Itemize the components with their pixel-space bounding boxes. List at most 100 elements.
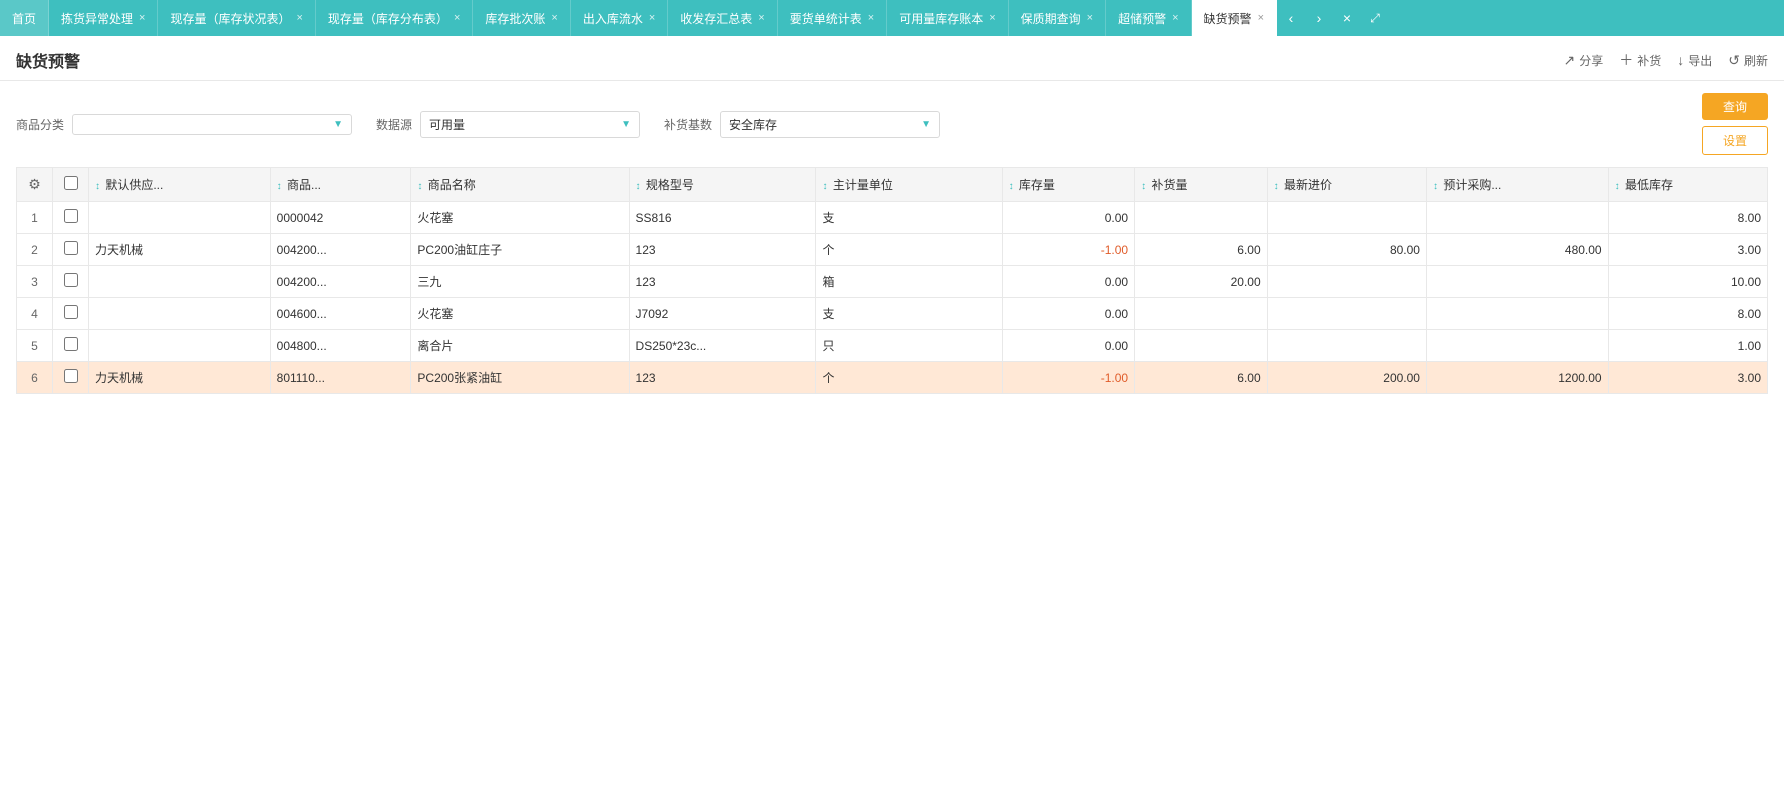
tab-collect-total[interactable]: 收发存汇总表 × [668, 0, 777, 36]
tab-available-book[interactable]: 可用量库存账本 × [887, 0, 1008, 36]
row-unit: 支 [816, 298, 1002, 330]
row-unit: 个 [816, 362, 1002, 394]
row-latest-price [1267, 298, 1426, 330]
col-unit[interactable]: ↕ 主计量单位 [816, 168, 1002, 202]
col-product-code[interactable]: ↕ 商品... [270, 168, 411, 202]
tab-home[interactable]: 首页 [0, 0, 49, 36]
row-num: 4 [17, 298, 53, 330]
share-icon: ↗ [1563, 52, 1575, 69]
tab-inventory-dist-close[interactable]: × [454, 12, 460, 24]
col-replenish[interactable]: ↕ 补货量 [1135, 168, 1268, 202]
row-checkbox[interactable] [64, 241, 78, 255]
table-row: 3 004200... 三九 123 箱 0.00 20.00 10.00 [17, 266, 1768, 298]
tab-overstock[interactable]: 超储预警 × [1106, 0, 1191, 36]
tab-bar: 首页 拣货异常处理 × 现存量（库存状况表） × 现存量（库存分布表） × 库存… [0, 0, 1784, 36]
row-min-stock: 3.00 [1608, 362, 1767, 394]
row-est-purchase [1426, 298, 1608, 330]
row-checkbox[interactable] [64, 369, 78, 383]
filter-datasource-select[interactable]: 可用量 ▼ [420, 111, 640, 138]
row-checkbox-cell [53, 202, 89, 234]
row-checkbox[interactable] [64, 337, 78, 351]
share-button[interactable]: ↗ 分享 [1563, 52, 1603, 69]
tab-prev-button[interactable]: ‹ [1277, 0, 1305, 36]
row-checkbox[interactable] [64, 273, 78, 287]
filter-category-select[interactable]: ▼ [72, 114, 352, 135]
row-product-code: 004800... [270, 330, 411, 362]
page-title: 缺货预警 [16, 48, 80, 72]
tab-shortage[interactable]: 缺货预警 × [1192, 0, 1277, 36]
col-min-stock[interactable]: ↕ 最低库存 [1608, 168, 1767, 202]
filter-replenish-base-select[interactable]: 安全库存 ▼ [720, 111, 940, 138]
row-product-code: 0000042 [270, 202, 411, 234]
tab-inout-flow[interactable]: 出入库流水 × [571, 0, 668, 36]
tab-overstock-close[interactable]: × [1172, 12, 1178, 24]
sort-code-icon: ↕ [277, 181, 282, 192]
refresh-icon: ↺ [1728, 52, 1740, 69]
row-spec: J7092 [629, 298, 816, 330]
tab-inventory-status[interactable]: 现存量（库存状况表） × [158, 0, 315, 36]
row-latest-price: 200.00 [1267, 362, 1426, 394]
tab-exception-close[interactable]: × [139, 12, 145, 24]
row-checkbox[interactable] [64, 209, 78, 223]
gear-icon[interactable]: ⚙ [28, 176, 41, 192]
settings-button[interactable]: 设置 [1702, 126, 1768, 155]
tab-order-stats[interactable]: 要货单统计表 × [778, 0, 887, 36]
col-latest-price[interactable]: ↕ 最新进价 [1267, 168, 1426, 202]
tab-shortage-close[interactable]: × [1258, 12, 1264, 24]
col-est-purchase[interactable]: ↕ 预计采购... [1426, 168, 1608, 202]
replenish-button[interactable]: ＋ 补货 [1619, 50, 1661, 70]
row-stock: 0.00 [1002, 266, 1135, 298]
row-spec: 123 [629, 266, 816, 298]
row-product-code: 004200... [270, 266, 411, 298]
row-latest-price [1267, 266, 1426, 298]
row-stock: -1.00 [1002, 362, 1135, 394]
col-product-name[interactable]: ↕ 商品名称 [411, 168, 629, 202]
filter-bar: 商品分类 ▼ 数据源 可用量 ▼ 补货基数 安全库存 ▼ 查询 设置 [0, 81, 1784, 167]
row-est-purchase: 480.00 [1426, 234, 1608, 266]
row-replenish [1135, 202, 1268, 234]
tab-batch-close[interactable]: × [551, 12, 557, 24]
export-button[interactable]: ↓ 导出 [1677, 52, 1712, 69]
query-button[interactable]: 查询 [1702, 93, 1768, 120]
row-min-stock: 10.00 [1608, 266, 1767, 298]
tab-inout-flow-close[interactable]: × [649, 12, 655, 24]
col-settings[interactable]: ⚙ [17, 168, 53, 202]
row-product-name: 三九 [411, 266, 629, 298]
tab-available-book-close[interactable]: × [989, 12, 995, 24]
sort-price-icon: ↕ [1274, 181, 1279, 192]
filter-datasource-value: 可用量 [429, 116, 465, 133]
filter-category-label: 商品分类 [16, 116, 64, 133]
row-checkbox-cell [53, 266, 89, 298]
tab-collect-total-close[interactable]: × [758, 12, 764, 24]
tab-close-all-button[interactable]: × [1333, 0, 1361, 36]
tab-order-stats-close[interactable]: × [868, 12, 874, 24]
col-spec[interactable]: ↕ 规格型号 [629, 168, 816, 202]
tab-inventory-status-close[interactable]: × [296, 12, 302, 24]
row-replenish: 20.00 [1135, 266, 1268, 298]
col-stock[interactable]: ↕ 库存量 [1002, 168, 1135, 202]
tab-batch[interactable]: 库存批次账 × [473, 0, 570, 36]
filter-replenish-base-arrow: ▼ [921, 119, 931, 130]
tab-inventory-dist[interactable]: 现存量（库存分布表） × [316, 0, 473, 36]
row-product-name: 火花塞 [411, 298, 629, 330]
select-all-checkbox[interactable] [64, 176, 78, 190]
tab-exception[interactable]: 拣货异常处理 × [49, 0, 158, 36]
row-stock: 0.00 [1002, 202, 1135, 234]
tab-expire-query-close[interactable]: × [1087, 12, 1093, 24]
table-row: 5 004800... 离合片 DS250*23c... 只 0.00 1.00 [17, 330, 1768, 362]
refresh-button[interactable]: ↺ 刷新 [1728, 52, 1768, 69]
page-header: 缺货预警 ↗ 分享 ＋ 补货 ↓ 导出 ↺ 刷新 [0, 36, 1784, 81]
tab-expire-query[interactable]: 保质期查询 × [1009, 0, 1106, 36]
row-checkbox[interactable] [64, 305, 78, 319]
row-replenish: 6.00 [1135, 362, 1268, 394]
header-actions: ↗ 分享 ＋ 补货 ↓ 导出 ↺ 刷新 [1563, 50, 1768, 70]
col-supplier[interactable]: ↕ 默认供应... [89, 168, 271, 202]
filter-category: 商品分类 ▼ [16, 114, 352, 135]
row-min-stock: 1.00 [1608, 330, 1767, 362]
row-supplier [89, 266, 271, 298]
tab-next-button[interactable]: › [1305, 0, 1333, 36]
sort-name-icon: ↕ [417, 181, 422, 192]
filter-datasource-label: 数据源 [376, 116, 412, 133]
tab-fullscreen-button[interactable]: ⤢ [1361, 0, 1389, 36]
row-product-code: 004600... [270, 298, 411, 330]
